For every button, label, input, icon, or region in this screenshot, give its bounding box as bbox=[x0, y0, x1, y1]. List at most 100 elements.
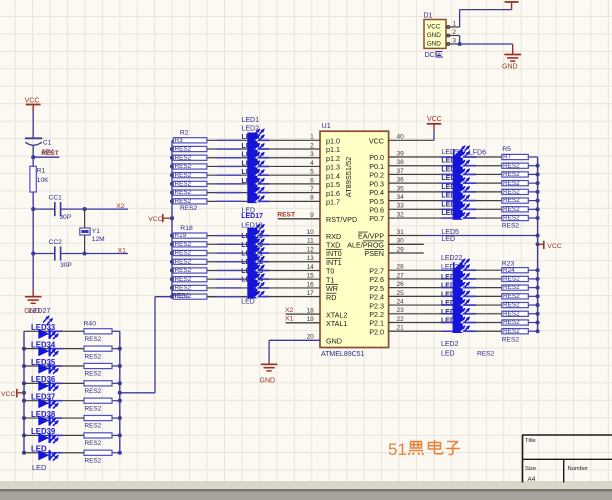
svg-text:RES2: RES2 bbox=[503, 206, 520, 213]
svg-text:28: 28 bbox=[397, 264, 405, 271]
svg-text:LED2: LED2 bbox=[242, 126, 260, 133]
svg-text:TXD: TXD bbox=[326, 241, 340, 250]
svg-text:X1: X1 bbox=[285, 316, 294, 323]
svg-text:30: 30 bbox=[397, 238, 405, 245]
svg-text:RES2: RES2 bbox=[172, 293, 190, 300]
svg-text:12: 12 bbox=[307, 246, 315, 253]
svg-text:R3: R3 bbox=[175, 137, 184, 144]
svg-text:PSEN: PSEN bbox=[364, 249, 384, 258]
svg-text:RES2: RES2 bbox=[175, 198, 192, 205]
svg-text:RES2: RES2 bbox=[175, 146, 192, 153]
svg-text:p1.7: p1.7 bbox=[326, 198, 340, 207]
svg-text:D1: D1 bbox=[424, 13, 433, 20]
svg-text:LED: LED bbox=[441, 236, 455, 243]
svg-text:P2.5: P2.5 bbox=[369, 284, 384, 293]
svg-text:p1.3: p1.3 bbox=[326, 163, 340, 172]
svg-text:5: 5 bbox=[310, 169, 314, 176]
svg-text:3: 3 bbox=[310, 151, 314, 158]
svg-text:p1.0: p1.0 bbox=[326, 137, 340, 146]
svg-text:T1: T1 bbox=[326, 275, 334, 284]
svg-text:LED23: LED23 bbox=[441, 264, 463, 271]
svg-text:LFD6: LFD6 bbox=[469, 149, 486, 156]
svg-text:DC: DC bbox=[425, 52, 435, 59]
svg-text:RES2: RES2 bbox=[503, 180, 520, 187]
svg-text:37: 37 bbox=[397, 168, 405, 175]
svg-text:REST: REST bbox=[41, 150, 59, 157]
svg-text:LED: LED bbox=[441, 351, 455, 358]
svg-text:RES2: RES2 bbox=[85, 371, 102, 378]
svg-text:VCC: VCC bbox=[148, 216, 162, 223]
svg-text:24: 24 bbox=[397, 298, 405, 305]
svg-text:VCC: VCC bbox=[547, 243, 561, 250]
svg-text:GND: GND bbox=[502, 64, 518, 71]
svg-text:RES2: RES2 bbox=[503, 188, 520, 195]
svg-text:RES2: RES2 bbox=[503, 215, 520, 222]
svg-text:RES2: RES2 bbox=[85, 440, 102, 447]
svg-text:LED2: LED2 bbox=[441, 341, 459, 348]
svg-text:17: 17 bbox=[307, 290, 315, 297]
svg-text:LED17: LED17 bbox=[241, 213, 263, 220]
svg-text:REST: REST bbox=[277, 211, 295, 218]
svg-text:RES2: RES2 bbox=[503, 302, 520, 309]
svg-text:LED33: LED33 bbox=[31, 323, 56, 332]
svg-text:10K: 10K bbox=[37, 177, 49, 184]
svg-text:CC1: CC1 bbox=[49, 195, 63, 202]
svg-text:Y1: Y1 bbox=[92, 228, 100, 235]
svg-text:LED34: LED34 bbox=[31, 340, 56, 349]
svg-text:LED35: LED35 bbox=[31, 358, 56, 367]
svg-text:EA/VPP: EA/VPP bbox=[358, 232, 384, 241]
svg-text:23: 23 bbox=[397, 307, 405, 314]
svg-text:RES2: RES2 bbox=[502, 337, 520, 344]
svg-text:GND: GND bbox=[260, 378, 276, 385]
svg-text:VCC: VCC bbox=[427, 23, 441, 30]
svg-text:P0.2: P0.2 bbox=[369, 171, 384, 180]
svg-text:2: 2 bbox=[453, 29, 457, 36]
svg-text:11: 11 bbox=[307, 238, 314, 245]
svg-text:34: 34 bbox=[397, 194, 405, 201]
svg-text:p1.5: p1.5 bbox=[326, 180, 340, 189]
svg-text:2: 2 bbox=[310, 142, 314, 149]
svg-text:X2: X2 bbox=[285, 307, 294, 314]
svg-text:26: 26 bbox=[397, 281, 405, 288]
svg-text:RES2: RES2 bbox=[175, 258, 192, 265]
svg-text:RES2: RES2 bbox=[503, 328, 520, 335]
svg-text:RES2: RES2 bbox=[85, 353, 102, 360]
svg-text:P0.5: P0.5 bbox=[369, 197, 384, 206]
svg-text:XTAL1: XTAL1 bbox=[326, 319, 347, 328]
svg-text:RES2: RES2 bbox=[503, 319, 520, 326]
svg-text:R5: R5 bbox=[502, 146, 511, 153]
svg-text:INT0: INT0 bbox=[326, 249, 342, 258]
svg-text:P0.0: P0.0 bbox=[369, 153, 384, 162]
svg-text:ALE/PROG: ALE/PROG bbox=[347, 241, 384, 250]
svg-text:21: 21 bbox=[397, 325, 405, 332]
svg-text:22: 22 bbox=[397, 316, 405, 323]
svg-text:P2.4: P2.4 bbox=[369, 293, 384, 302]
svg-text:RES2: RES2 bbox=[175, 267, 192, 274]
svg-text:LED: LED bbox=[31, 445, 47, 454]
svg-text:RES2: RES2 bbox=[175, 276, 192, 283]
svg-text:RES2: RES2 bbox=[503, 276, 520, 283]
svg-text:Number: Number bbox=[568, 466, 589, 472]
svg-text:Size: Size bbox=[525, 466, 536, 472]
svg-text:8: 8 bbox=[310, 195, 314, 202]
svg-text:LED22: LED22 bbox=[441, 255, 463, 262]
svg-text:RES2: RES2 bbox=[175, 285, 192, 292]
svg-text:RES2: RES2 bbox=[477, 350, 495, 357]
svg-text:3: 3 bbox=[453, 38, 457, 45]
svg-text:39: 39 bbox=[397, 150, 405, 157]
svg-text:X2: X2 bbox=[116, 203, 125, 210]
svg-text:P0.7: P0.7 bbox=[369, 214, 384, 223]
svg-text:P0.6: P0.6 bbox=[369, 206, 384, 215]
svg-text:ATMEL89C51: ATMEL89C51 bbox=[321, 351, 365, 358]
svg-text:GND: GND bbox=[427, 32, 442, 39]
svg-text:p1.4: p1.4 bbox=[326, 171, 340, 180]
svg-text:RES2: RES2 bbox=[85, 388, 102, 395]
svg-text:VCC: VCC bbox=[427, 116, 442, 123]
svg-text:LED38: LED38 bbox=[31, 410, 56, 419]
svg-text:29: 29 bbox=[397, 246, 405, 253]
svg-text:RES2: RES2 bbox=[175, 163, 192, 170]
svg-text:RES2: RES2 bbox=[85, 457, 102, 464]
svg-text:C1: C1 bbox=[43, 139, 52, 146]
svg-text:14: 14 bbox=[307, 264, 315, 271]
svg-text:p1.6: p1.6 bbox=[326, 189, 340, 198]
